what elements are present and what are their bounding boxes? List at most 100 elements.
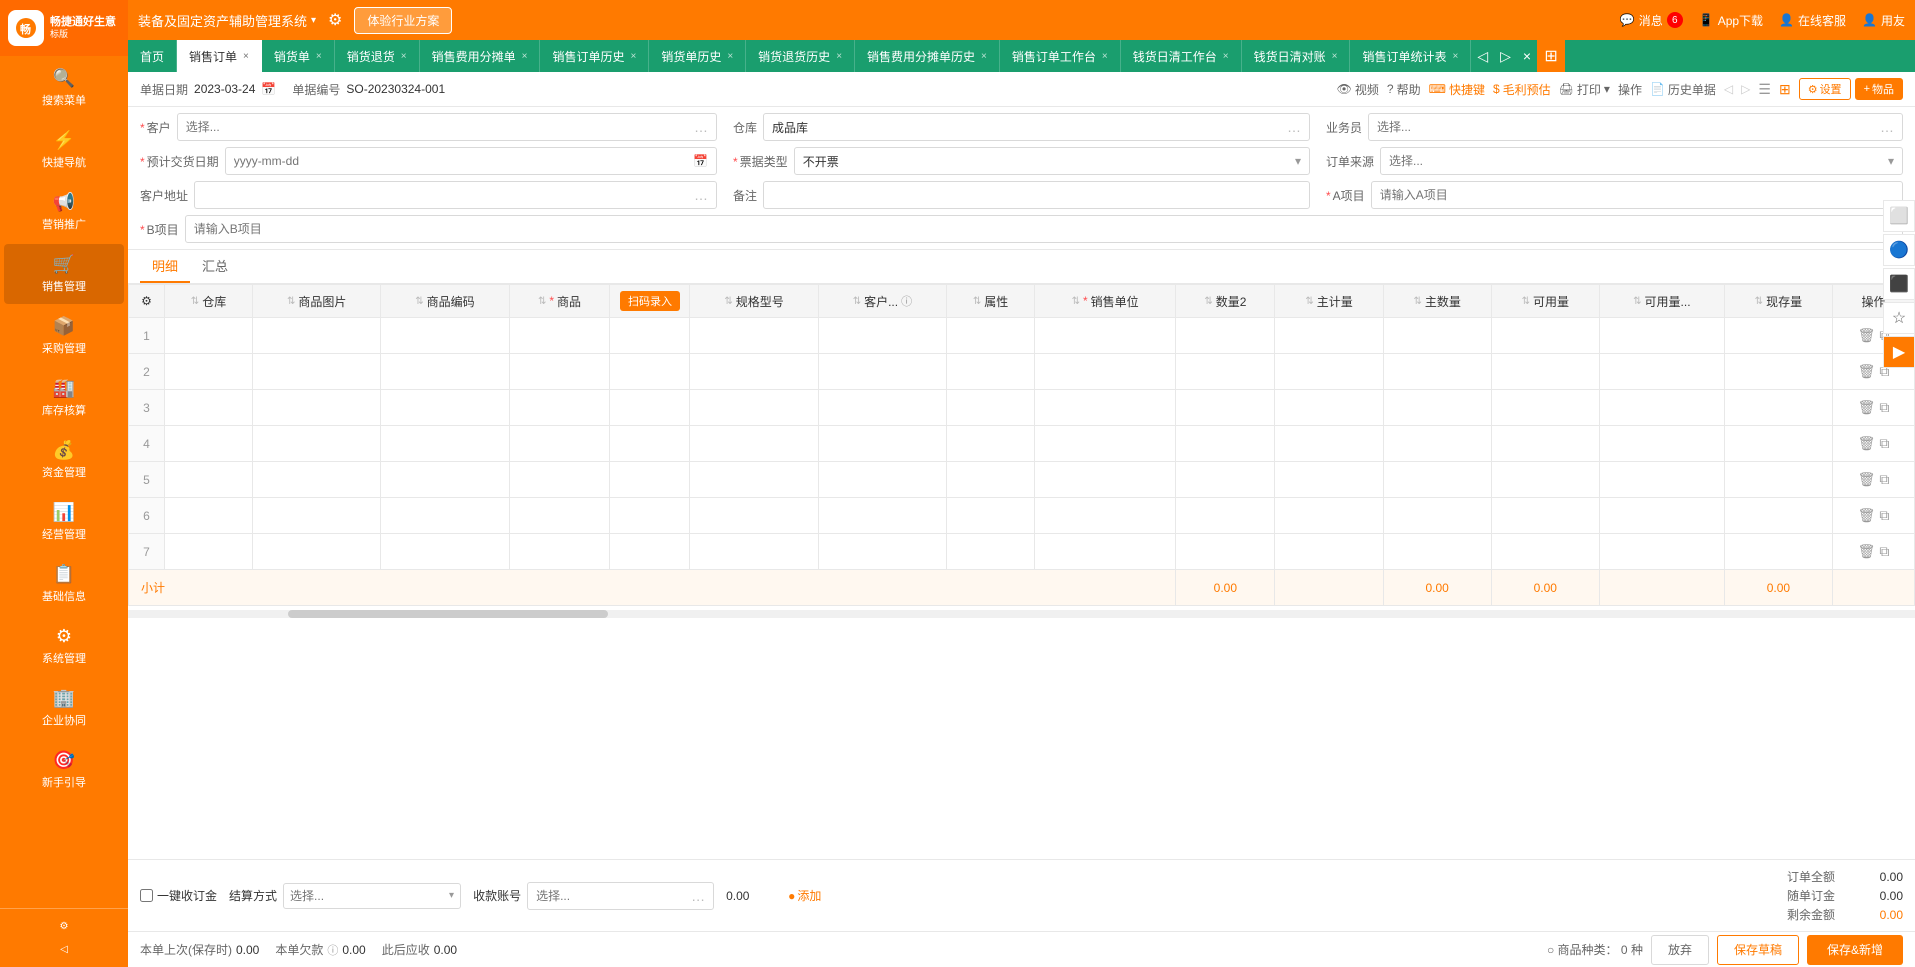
cell-stock-3[interactable] [1724,390,1832,426]
cell-image-4[interactable] [253,426,381,462]
view-action[interactable]: 👁 视频 [1337,81,1379,98]
cell-code-3[interactable] [381,390,509,426]
float-btn-5[interactable]: ▶ [1883,336,1915,368]
cell-warehouse-2[interactable] [165,354,253,390]
cell-avail2-3[interactable] [1599,390,1724,426]
cell-stock-4[interactable] [1724,426,1832,462]
address-dots-btn[interactable]: … [694,187,708,203]
cell-unit-1[interactable] [1035,318,1176,354]
cell-main-qty-2[interactable] [1383,354,1491,390]
customer-dots-btn[interactable]: … [694,119,708,135]
list-view-icon[interactable]: ☰ [1758,81,1771,98]
cell-attr-2[interactable] [947,354,1035,390]
sort-icon[interactable]: ⇅ [191,296,199,307]
salesperson-dots-btn[interactable]: … [1880,119,1894,135]
sort-icon7[interactable]: ⇅ [973,296,981,307]
tab-expand-btn[interactable]: ⊞ [1537,40,1565,72]
current-amount-info-icon[interactable]: ⓘ [327,942,338,958]
warehouse-dots-btn[interactable]: … [1287,119,1301,135]
cell-stock-7[interactable] [1724,534,1832,570]
tab-summary[interactable]: 汇总 [190,250,240,283]
tab-sales-return-history[interactable]: 销货退货历史 × [746,40,855,72]
tab-more-btn[interactable]: × [1517,40,1537,72]
account-dots-btn[interactable]: … [691,888,705,904]
cell-avail2-1[interactable] [1599,318,1724,354]
tab-close-icon[interactable]: × [836,51,842,62]
row-delete-icon-3[interactable]: 🗑 [1858,399,1876,416]
tab-sales-expense-split[interactable]: 销售费用分摊单 × [420,40,541,72]
tab-close-icon[interactable]: × [401,51,407,62]
cell-qty2-1[interactable] [1176,318,1275,354]
info-icon[interactable]: ⓘ [901,293,912,309]
cell-stock-5[interactable] [1724,462,1832,498]
cell-product-7[interactable] [509,534,610,570]
print-action[interactable]: 🖨 打印 ▾ [1559,81,1610,98]
tab-close-icon[interactable]: × [981,51,987,62]
sort-icon14[interactable]: ⇅ [1755,296,1763,307]
cell-code-4[interactable] [381,426,509,462]
cell-code-1[interactable] [381,318,509,354]
cell-image-1[interactable] [253,318,381,354]
sort-icon11[interactable]: ⇅ [1413,296,1421,307]
th-gear[interactable]: ⚙ [129,285,165,318]
app-download[interactable]: 📱 App下载 [1699,12,1763,29]
cell-unit-5[interactable] [1035,462,1176,498]
cell-unit-6[interactable] [1035,498,1176,534]
cell-qty2-4[interactable] [1176,426,1275,462]
row-copy-icon-7[interactable]: ⧉ [1879,543,1889,560]
industry-plan-button[interactable]: 体验行业方案 [354,7,452,34]
calendar-icon[interactable]: 📅 [261,82,276,96]
cell-attr-6[interactable] [947,498,1035,534]
message-center[interactable]: 💬 消息 6 [1620,12,1683,29]
sidebar-item-quick-nav[interactable]: ⚡ 快捷导航 [4,120,124,180]
cell-warehouse-1[interactable] [165,318,253,354]
cell-customer-code-6[interactable] [818,498,946,534]
cell-scan-1[interactable] [610,318,690,354]
warehouse-input[interactable]: … [763,113,1310,141]
cell-scan-3[interactable] [610,390,690,426]
project-a-input[interactable] [1371,181,1903,209]
delivery-date-input-field[interactable] [234,154,693,168]
cell-stock-1[interactable] [1724,318,1832,354]
sidebar-item-operations[interactable]: 📊 经营管理 [4,492,124,552]
cell-main-qty-6[interactable] [1383,498,1491,534]
tab-sales-order-history[interactable]: 销售订单历史 × [540,40,649,72]
sort-icon8[interactable]: ⇅ [1072,296,1080,307]
add-product-button[interactable]: + 物品 [1855,78,1903,100]
tab-close-icon[interactable]: × [1223,51,1229,62]
cell-attr-1[interactable] [947,318,1035,354]
tab-detail[interactable]: 明细 [140,250,190,283]
cell-main-qty-7[interactable] [1383,534,1491,570]
cell-customer-code-1[interactable] [818,318,946,354]
cell-qty2-6[interactable] [1176,498,1275,534]
tab-close-icon[interactable]: × [1102,51,1108,62]
scan-entry-btn[interactable]: 扫码录入 [620,291,680,311]
help-action[interactable]: ? 帮助 [1387,81,1421,98]
cell-image-3[interactable] [253,390,381,426]
cell-avail-4[interactable] [1491,426,1599,462]
cell-spec-1[interactable] [690,318,818,354]
cell-warehouse-6[interactable] [165,498,253,534]
cell-customer-code-4[interactable] [818,426,946,462]
cell-unit-7[interactable] [1035,534,1176,570]
cell-avail2-5[interactable] [1599,462,1724,498]
bill-date-value[interactable]: 2023-03-24 [194,82,255,96]
row-copy-icon-6[interactable]: ⧉ [1879,507,1889,524]
grid-view-icon[interactable]: ⊞ [1779,81,1791,98]
user-menu[interactable]: 👤 用友 [1862,12,1905,29]
sidebar-item-system[interactable]: ⚙ 系统管理 [4,616,124,676]
order-source-select[interactable]: ▾ [1380,147,1903,175]
cell-main-unit-6[interactable] [1275,498,1383,534]
delivery-date-input[interactable]: 📅 [225,147,717,175]
cell-customer-code-3[interactable] [818,390,946,426]
discard-button[interactable]: 放弃 [1651,935,1709,965]
tab-close-icon[interactable]: × [1452,51,1458,62]
tab-close-icon[interactable]: × [1332,51,1338,62]
sidebar-item-inventory[interactable]: 🏭 库存核算 [4,368,124,428]
cell-main-unit-4[interactable] [1275,426,1383,462]
scroll-thumb[interactable] [288,610,608,618]
system-selector[interactable]: 装备及固定资产辅助管理系统 ▾ [138,11,316,30]
cell-avail2-4[interactable] [1599,426,1724,462]
sidebar-item-finance[interactable]: 💰 资金管理 [4,430,124,490]
sort-icon6[interactable]: ⇅ [853,296,861,307]
